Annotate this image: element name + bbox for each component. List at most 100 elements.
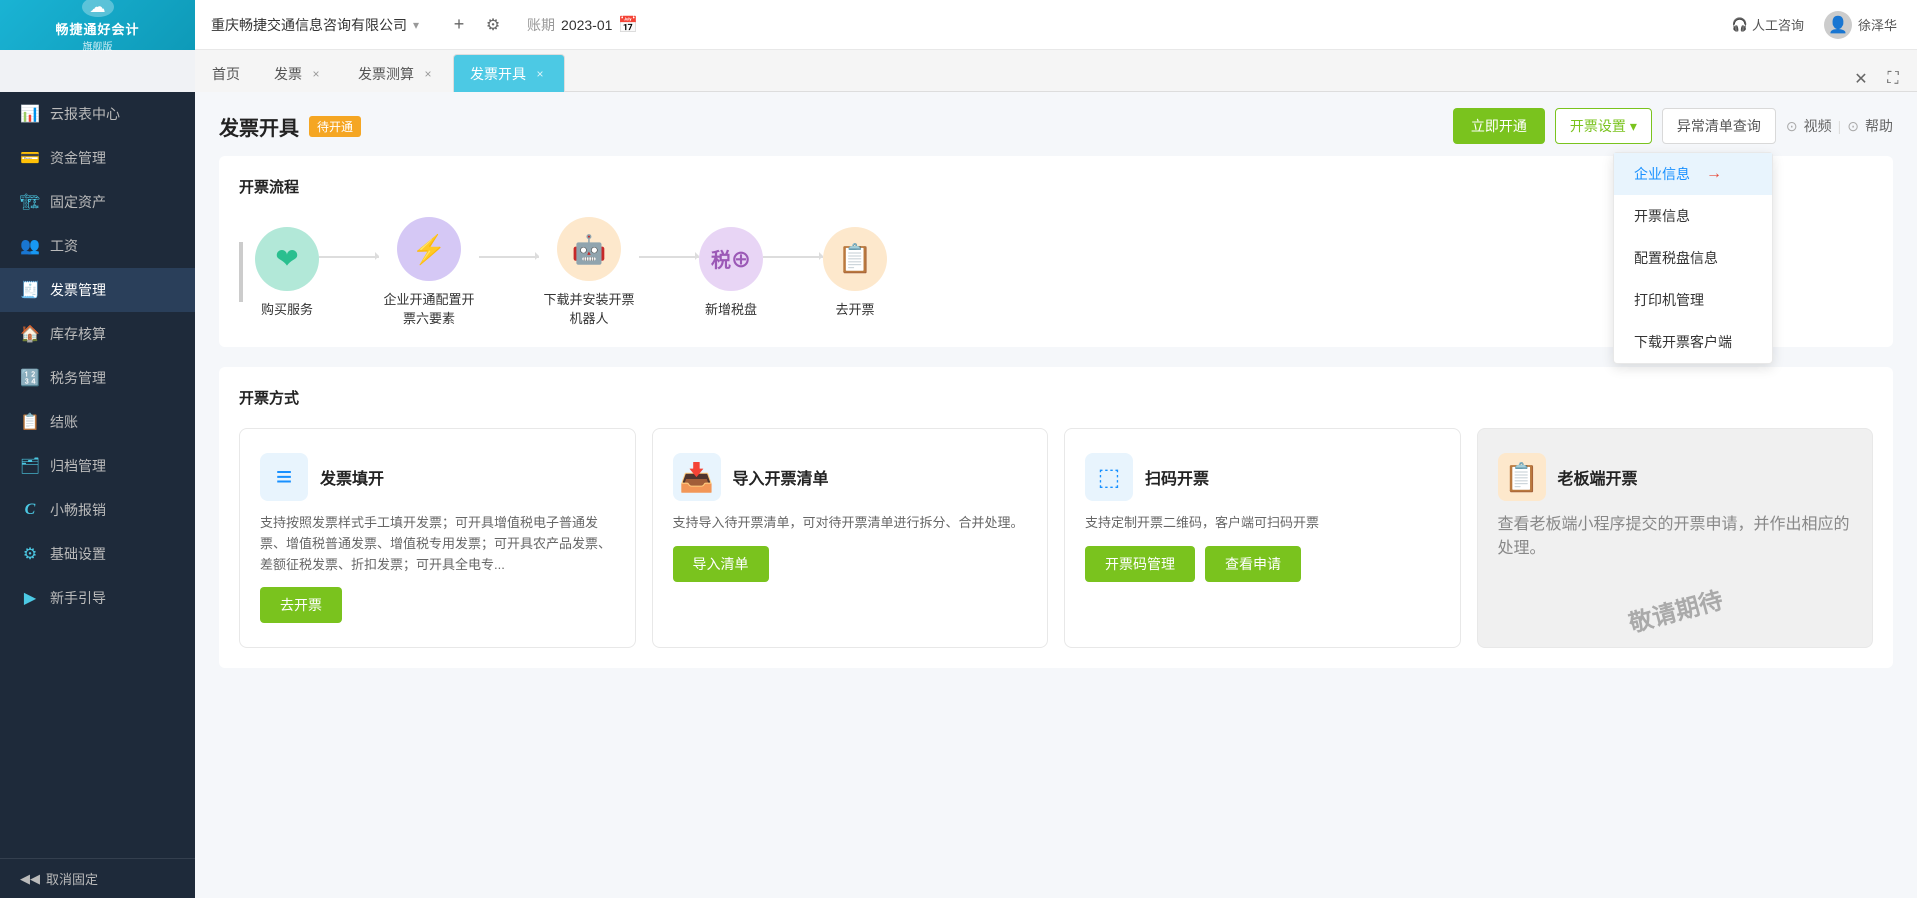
logo-icon: ☁ <box>82 0 114 17</box>
maximize-window-button[interactable]: ⛶ <box>1881 67 1905 91</box>
sidebar-item-jiezhang-label: 结账 <box>50 412 78 432</box>
company-selector[interactable]: 重庆畅捷交通信息咨询有限公司 ▾ <box>195 15 435 35</box>
sidebar-item-fapiao[interactable]: 🧾 发票管理 <box>0 268 195 312</box>
red-arrow-icon: → <box>1706 165 1722 183</box>
flow-step-3: 🤖 下载并安装开票机器人 <box>539 217 639 327</box>
tab-fapiao-kaiju[interactable]: 发票开具 × <box>453 54 565 92</box>
sidebar-item-gudingzichan[interactable]: 🏗 固定资产 <box>0 180 195 224</box>
guidang-icon: 🗂 <box>20 456 40 476</box>
sidebar-item-jichushezhi-label: 基础设置 <box>50 544 106 564</box>
dropdown-company-info-label: 企业信息 <box>1634 164 1690 184</box>
period-value: 2023-01 <box>561 17 612 33</box>
flow-step-2-icon: ⚡ <box>397 217 461 281</box>
flow-step-4-icon: 税⊕ <box>699 227 763 291</box>
activate-button[interactable]: 立即开通 <box>1453 108 1545 144</box>
kucun-icon: 🏠 <box>20 324 40 344</box>
qr-manage-button[interactable]: 开票码管理 <box>1085 546 1195 582</box>
help-actions: ⊙ 视频 | ⊙ 帮助 <box>1786 116 1893 136</box>
method-import-title: 导入开票清单 <box>733 465 829 489</box>
sidebar-item-gongzi[interactable]: 👥 工资 <box>0 224 195 268</box>
methods-section-title: 开票方式 <box>239 387 1873 408</box>
boss-invoice-icon: 📋 <box>1504 461 1539 494</box>
sidebar-item-zijin[interactable]: 💳 资金管理 <box>0 136 195 180</box>
sidebar-item-jiezhang[interactable]: 📋 结账 <box>0 400 195 444</box>
xinshou-icon: ▶ <box>20 588 40 608</box>
main-layout: 📊 云报表中心 💳 资金管理 🏗 固定资产 👥 工资 🧾 发票管理 🏠 库存核算… <box>0 92 1917 898</box>
close-window-button[interactable]: ✕ <box>1849 67 1873 91</box>
tax-icon: 税⊕ <box>711 244 751 273</box>
dropdown-company-info[interactable]: 企业信息 → <box>1614 153 1772 195</box>
sidebar-item-xiaochang[interactable]: C 小畅报销 <box>0 488 195 532</box>
period-info: 账期 2023-01 📅 <box>519 15 646 35</box>
window-actions: ✕ ⛶ <box>1837 67 1917 91</box>
abnormal-list-button[interactable]: 异常清单查询 <box>1662 108 1776 144</box>
invoice-icon: 📋 <box>838 242 873 275</box>
headphone-icon: 🎧 <box>1732 17 1748 33</box>
view-apply-button[interactable]: 查看申请 <box>1205 546 1301 582</box>
tab-home-label: 首页 <box>212 64 240 84</box>
tab-fapiao-cesuan[interactable]: 发票测算 × <box>341 54 453 92</box>
xiaochang-icon: C <box>20 500 40 520</box>
logo-area: ☁ 畅捷通好会计 旗舰版 <box>0 0 195 50</box>
dropdown-download-client[interactable]: 下载开票客户端 <box>1614 321 1772 363</box>
support-label: 人工咨询 <box>1752 15 1804 34</box>
collapse-icon: ◀◀ <box>20 871 40 887</box>
method-scan-icon: ⬚ <box>1085 453 1133 501</box>
sidebar-item-gudingzichan-label: 固定资产 <box>50 192 106 212</box>
calendar-icon[interactable]: 📅 <box>618 15 638 35</box>
dropdown-invoice-info[interactable]: 开票信息 <box>1614 195 1772 237</box>
fill-invoice-button[interactable]: 去开票 <box>260 587 342 623</box>
add-tab-button[interactable]: + <box>447 13 471 37</box>
tab-fapiao-kaiju-label: 发票开具 <box>470 64 526 84</box>
method-fill-header: ≡ 发票填开 <box>260 453 615 501</box>
tab-fapiao-close[interactable]: × <box>308 66 324 82</box>
chevron-down-icon: ▾ <box>413 18 419 32</box>
tab-bar: 首页 发票 × 发票测算 × 发票开具 × ✕ ⛶ <box>195 50 1917 92</box>
sidebar-item-xinshou[interactable]: ▶ 新手引导 <box>0 576 195 620</box>
global-settings-icon[interactable]: ⚙ <box>479 11 507 39</box>
logo-title: 畅捷通好会计 <box>55 19 139 38</box>
sidebar-collapse-button[interactable]: ◀◀ 取消固定 <box>0 859 195 898</box>
sidebar-item-shuiwu[interactable]: 🔢 税务管理 <box>0 356 195 400</box>
flow-step-2: ⚡ 企业开通配置开票六要素 <box>379 217 479 327</box>
help-label[interactable]: 帮助 <box>1865 116 1893 136</box>
video-label[interactable]: 视频 <box>1804 116 1832 136</box>
method-fill-title: 发票填开 <box>320 465 384 489</box>
scan-icon: ⬚ <box>1098 463 1121 492</box>
tab-fapiao-cesuan-label: 发票测算 <box>358 64 414 84</box>
dropdown-printer[interactable]: 打印机管理 <box>1614 279 1772 321</box>
sidebar-item-kucun[interactable]: 🏠 库存核算 <box>0 312 195 356</box>
settings-dropdown-button[interactable]: 开票设置 ▾ <box>1555 108 1652 144</box>
gudingzichan-icon: 🏗 <box>20 192 40 212</box>
sidebar: 📊 云报表中心 💳 资金管理 🏗 固定资产 👥 工资 🧾 发票管理 🏠 库存核算… <box>0 92 195 898</box>
dropdown-tax-disk[interactable]: 配置税盘信息 <box>1614 237 1772 279</box>
page-actions: 立即开通 开票设置 ▾ 异常清单查询 ⊙ 视频 | ⊙ 帮助 企业信息 <box>1453 108 1893 144</box>
fill-invoice-icon: ≡ <box>276 461 292 493</box>
method-import-desc: 支持导入待开票清单，可对待开票清单进行拆分、合并处理。 <box>673 513 1028 534</box>
flow-step-3-icon: 🤖 <box>557 217 621 281</box>
settings-dropdown-label: 开票设置 <box>1570 116 1626 136</box>
tab-fapiao-kaiju-close[interactable]: × <box>532 66 548 82</box>
tab-home[interactable]: 首页 <box>195 54 257 92</box>
sidebar-item-yunbao[interactable]: 📊 云报表中心 <box>0 92 195 136</box>
sidebar-item-jichushezhi[interactable]: ⚙ 基础设置 <box>0 532 195 576</box>
user-area[interactable]: 👤 徐泽华 <box>1824 11 1897 39</box>
flow-step-5: 📋 去开票 <box>823 227 887 318</box>
sidebar-item-shuiwu-label: 税务管理 <box>50 368 106 388</box>
gongzi-icon: 👥 <box>20 236 40 256</box>
tab-fapiao-label: 发票 <box>274 64 302 84</box>
flow-step-4: 税⊕ 新增税盘 <box>699 227 763 318</box>
top-bar-actions: + ⚙ <box>435 11 519 39</box>
support-button[interactable]: 🎧 人工咨询 <box>1732 15 1804 34</box>
tab-fapiao-cesuan-close[interactable]: × <box>420 66 436 82</box>
sidebar-item-guidang[interactable]: 🗂 归档管理 <box>0 444 195 488</box>
tab-fapiao[interactable]: 发票 × <box>257 54 341 92</box>
sidebar-item-guidang-label: 归档管理 <box>50 456 106 476</box>
page-title: 发票开具 <box>219 112 299 141</box>
method-scan-header: ⬚ 扫码开票 <box>1085 453 1440 501</box>
method-card-boss: 📋 老板端开票 查看老板端小程序提交的开票申请，并作出相应的处理。 敬请期待 <box>1477 428 1874 648</box>
import-list-button[interactable]: 导入清单 <box>673 546 769 582</box>
method-import-header: 📥 导入开票清单 <box>673 453 1028 501</box>
flow-connector-4 <box>763 256 823 258</box>
sidebar-item-zijin-label: 资金管理 <box>50 148 106 168</box>
